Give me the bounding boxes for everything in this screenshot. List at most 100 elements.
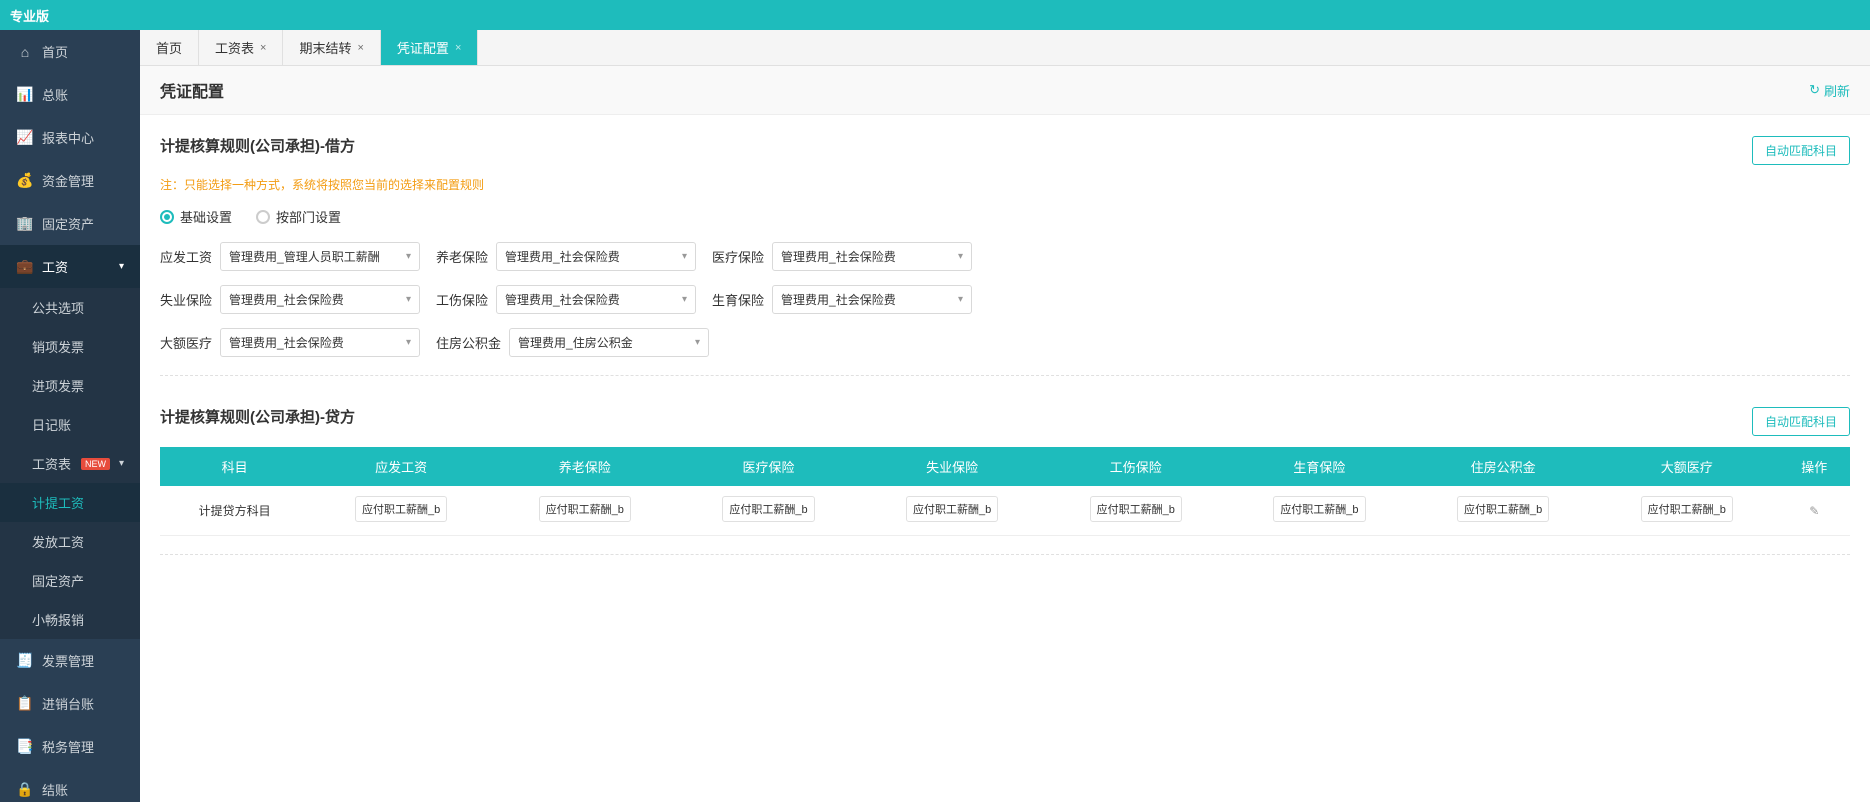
section2-title: 计提核算规则(公司承担)-贷方 bbox=[160, 406, 355, 427]
radio-basic-label: 基础设置 bbox=[180, 207, 232, 226]
cell-zhufang: 应付职工薪酬_b bbox=[1457, 496, 1549, 522]
sidebar-item-label: 固定资产 bbox=[42, 214, 94, 233]
page-header: 凭证配置 ↻ 刷新 bbox=[140, 66, 1870, 115]
tab-close-icon[interactable]: × bbox=[455, 42, 461, 54]
section2-header: 计提核算规则(公司承担)-贷方 自动匹配科目 bbox=[160, 406, 1850, 437]
label-yanglao: 养老保险 bbox=[436, 247, 488, 266]
tab-voucher-config[interactable]: 凭证配置 × bbox=[381, 30, 478, 65]
label-daeliao: 大额医疗 bbox=[160, 333, 212, 352]
sidebar-item-salary[interactable]: 💼 工资 ▾ bbox=[0, 245, 140, 288]
submenu-public[interactable]: 公共选项 bbox=[0, 288, 140, 327]
submenu-label: 计提工资 bbox=[32, 493, 84, 512]
th-gongshang: 工伤保险 bbox=[1044, 447, 1228, 486]
submenu-label: 日记账 bbox=[32, 415, 71, 434]
tab-close-icon[interactable]: × bbox=[260, 42, 266, 54]
tab-period-close[interactable]: 期末结转 × bbox=[283, 30, 380, 65]
field-shengyu: 生育保险 管理费用_社会保险费 ▾ bbox=[712, 285, 972, 314]
sidebar-item-purchase[interactable]: 📋 进销台账 bbox=[0, 682, 140, 725]
refresh-icon: ↻ bbox=[1809, 82, 1820, 98]
label-zhufang: 住房公积金 bbox=[436, 333, 501, 352]
form-row-1: 应发工资 管理费用_管理人员职工薪酬 ▾ 养老保险 管理费用_社会保险费 ▾ bbox=[160, 242, 1850, 271]
td-action[interactable]: ✎ bbox=[1779, 486, 1850, 536]
field-gongshang: 工伤保险 管理费用_社会保险费 ▾ bbox=[436, 285, 696, 314]
chevron-down-icon: ▾ bbox=[406, 251, 411, 262]
sidebar-item-label: 进销台账 bbox=[42, 694, 94, 713]
submenu-label: 销项发票 bbox=[32, 337, 84, 356]
page-body: 计提核算规则(公司承担)-借方 自动匹配科目 注：只能选择一种方式，系统将按照您… bbox=[140, 115, 1870, 802]
sidebar-item-home[interactable]: ⌂ 首页 bbox=[0, 30, 140, 73]
cell-shiye: 应付职工薪酬_b bbox=[906, 496, 998, 522]
ledger-icon: 📊 bbox=[16, 86, 34, 103]
reports-icon: 📈 bbox=[16, 129, 34, 146]
select-daeliao[interactable]: 管理费用_社会保险费 ▾ bbox=[220, 328, 420, 357]
submenu-label: 发放工资 bbox=[32, 532, 84, 551]
tab-bar: 首页 工资表 × 期末结转 × 凭证配置 × bbox=[140, 30, 1870, 66]
edit-icon[interactable]: ✎ bbox=[1809, 504, 1819, 518]
submenu-salary-table[interactable]: 工资表 NEW ▾ bbox=[0, 444, 140, 483]
radio-group: 基础设置 按部门设置 bbox=[160, 207, 1850, 226]
submenu-label: 公共选项 bbox=[32, 298, 84, 317]
td-subject: 计提贷方科目 bbox=[160, 486, 309, 536]
cell-yingfa: 应付职工薪酬_b bbox=[355, 496, 447, 522]
select-shengyu[interactable]: 管理费用_社会保险费 ▾ bbox=[772, 285, 972, 314]
td-yiliao: 应付职工薪酬_b bbox=[677, 486, 861, 536]
select-value: 管理费用_社会保险费 bbox=[505, 291, 620, 308]
tab-close-icon[interactable]: × bbox=[357, 42, 363, 54]
submenu-fixed-assets[interactable]: 固定资产 bbox=[0, 561, 140, 600]
th-zhufang: 住房公积金 bbox=[1411, 447, 1595, 486]
select-shiye[interactable]: 管理费用_社会保险费 ▾ bbox=[220, 285, 420, 314]
cell-shengyu: 应付职工薪酬_b bbox=[1273, 496, 1365, 522]
select-zhufang[interactable]: 管理费用_住房公积金 ▾ bbox=[509, 328, 709, 357]
sidebar-item-label: 发票管理 bbox=[42, 651, 94, 670]
submenu-debit-invoice[interactable]: 进项发票 bbox=[0, 366, 140, 405]
section1-title: 计提核算规则(公司承担)-借方 bbox=[160, 135, 355, 156]
select-yanglao[interactable]: 管理费用_社会保险费 ▾ bbox=[496, 242, 696, 271]
radio-department[interactable]: 按部门设置 bbox=[256, 207, 341, 226]
submenu-label: 小畅报销 bbox=[32, 610, 84, 629]
sidebar-item-label: 资金管理 bbox=[42, 171, 94, 190]
label-shiye: 失业保险 bbox=[160, 290, 212, 309]
select-value: 管理费用_管理人员职工薪酬 bbox=[229, 248, 380, 265]
th-yanglao: 养老保险 bbox=[493, 447, 677, 486]
sidebar-item-tax[interactable]: 📑 税务管理 bbox=[0, 725, 140, 768]
td-yingfa: 应付职工薪酬_b bbox=[309, 486, 493, 536]
submenu-pay-salary[interactable]: 发放工资 bbox=[0, 522, 140, 561]
sidebar-item-invoice[interactable]: 🧾 发票管理 bbox=[0, 639, 140, 682]
label-yiliao: 医疗保险 bbox=[712, 247, 764, 266]
label-yingfa: 应发工资 bbox=[160, 247, 212, 266]
tab-salary-table[interactable]: 工资表 × bbox=[199, 30, 283, 65]
radio-basic[interactable]: 基础设置 bbox=[160, 207, 232, 226]
home-icon: ⌂ bbox=[16, 44, 34, 60]
select-gongshang[interactable]: 管理费用_社会保险费 ▾ bbox=[496, 285, 696, 314]
form-row-3: 大额医疗 管理费用_社会保险费 ▾ 住房公积金 管理费用_住房公积金 ▾ bbox=[160, 328, 1850, 357]
assets-icon: 🏢 bbox=[16, 215, 34, 232]
td-zhufang: 应付职工薪酬_b bbox=[1411, 486, 1595, 536]
submenu-journal[interactable]: 日记账 bbox=[0, 405, 140, 444]
tab-home[interactable]: 首页 bbox=[140, 30, 199, 65]
select-yiliao[interactable]: 管理费用_社会保险费 ▾ bbox=[772, 242, 972, 271]
chevron-down-icon: ▾ bbox=[119, 261, 124, 272]
submenu-label: 工资表 bbox=[32, 454, 71, 473]
auto-match-button-1[interactable]: 自动匹配科目 bbox=[1752, 136, 1850, 165]
cell-yiliao: 应付职工薪酬_b bbox=[722, 496, 814, 522]
sidebar-item-close[interactable]: 🔒 结账 bbox=[0, 768, 140, 802]
submenu-calc-salary[interactable]: 计提工资 bbox=[0, 483, 140, 522]
field-yiliao: 医疗保险 管理费用_社会保险费 ▾ bbox=[712, 242, 972, 271]
select-value: 管理费用_社会保险费 bbox=[505, 248, 620, 265]
th-action: 操作 bbox=[1779, 447, 1850, 486]
sidebar-item-funds[interactable]: 💰 资金管理 bbox=[0, 159, 140, 202]
table-row: 计提贷方科目 应付职工薪酬_b 应付职工薪酬_b 应付职工薪酬_b bbox=[160, 486, 1850, 536]
auto-match-button-2[interactable]: 自动匹配科目 bbox=[1752, 407, 1850, 436]
purchase-icon: 📋 bbox=[16, 695, 34, 712]
submenu-credit-invoice[interactable]: 销项发票 bbox=[0, 327, 140, 366]
sidebar-item-ledger[interactable]: 📊 总账 bbox=[0, 73, 140, 116]
select-yingfa[interactable]: 管理费用_管理人员职工薪酬 ▾ bbox=[220, 242, 420, 271]
submenu-expense[interactable]: 小畅报销 bbox=[0, 600, 140, 639]
td-shengyu: 应付职工薪酬_b bbox=[1228, 486, 1412, 536]
th-daeliao: 大额医疗 bbox=[1595, 447, 1779, 486]
sidebar-item-reports[interactable]: 📈 报表中心 bbox=[0, 116, 140, 159]
submenu-label: 固定资产 bbox=[32, 571, 84, 590]
refresh-button[interactable]: ↻ 刷新 bbox=[1809, 81, 1850, 100]
tab-label: 工资表 bbox=[215, 38, 254, 57]
sidebar-item-assets[interactable]: 🏢 固定资产 bbox=[0, 202, 140, 245]
